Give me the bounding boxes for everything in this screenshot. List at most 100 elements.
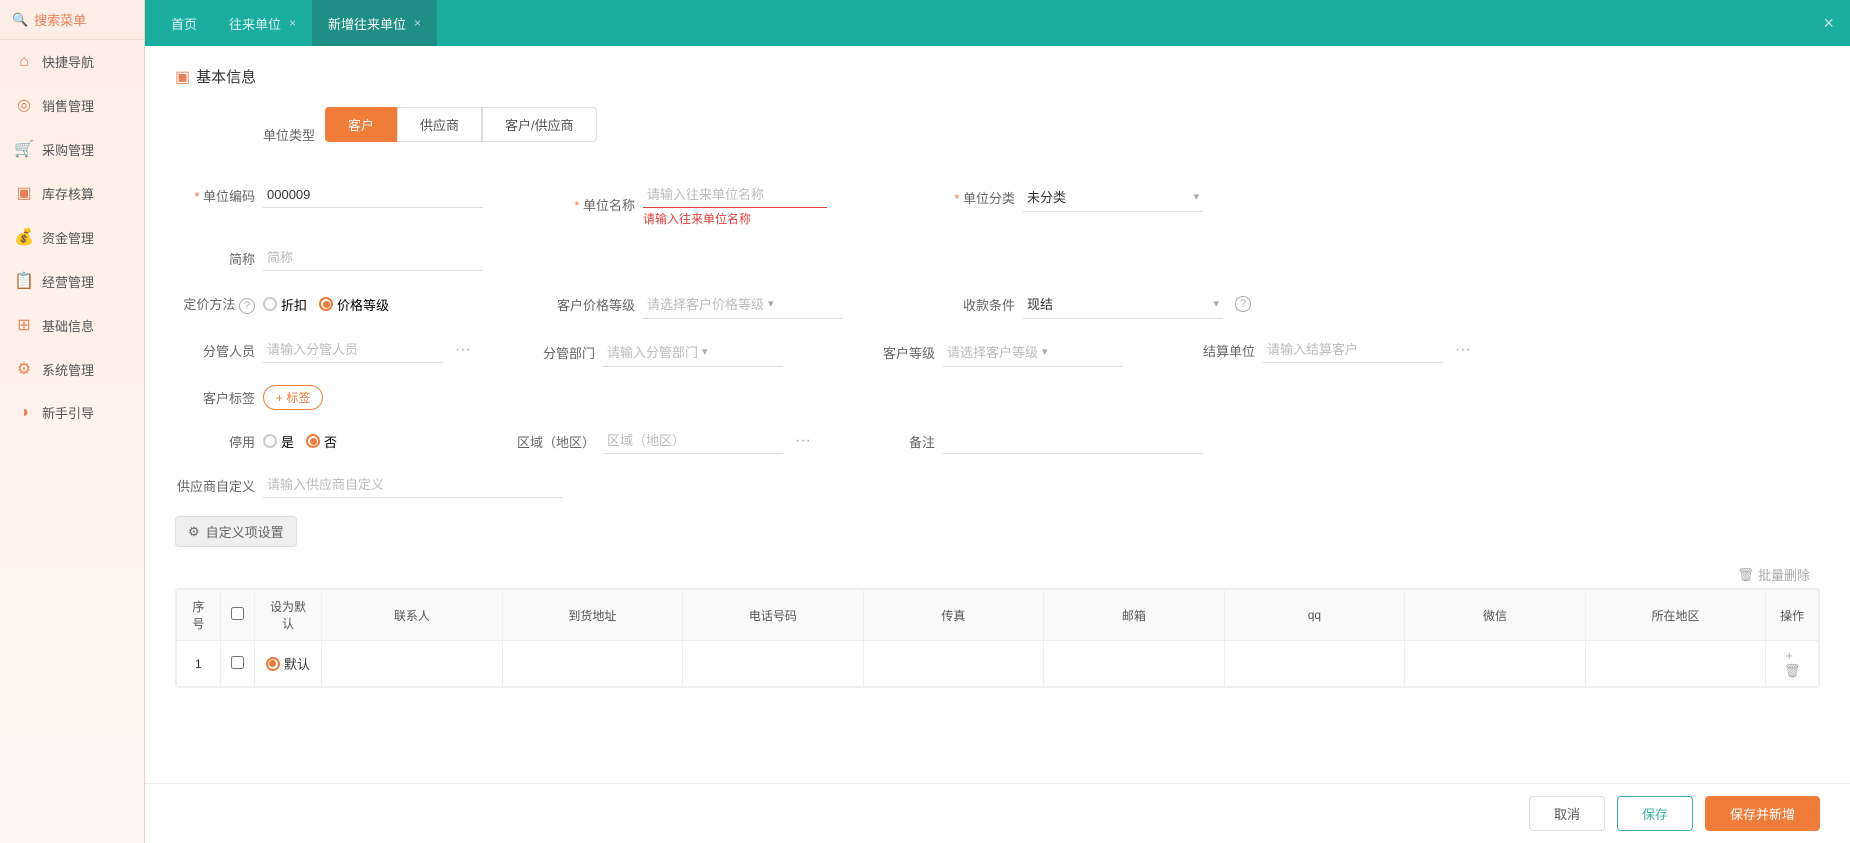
address-input[interactable] [513,656,673,671]
type-btn-supplier[interactable]: 供应商 [397,107,482,142]
qq-input[interactable] [1235,656,1395,671]
contacts-table-section: 🗑 批量删除 序号 设为默认 联系人 到货地址 电话号码 传真 [175,565,1820,688]
sidebar-item-purchase[interactable]: 🛒 采购管理 [0,127,144,171]
pricing-discount-option[interactable]: 折扣 [263,295,307,314]
custom-settings-area: ⚙ 自定义项设置 [175,516,1820,559]
pricing-grade-option[interactable]: 价格等级 [319,295,389,314]
cell-wechat[interactable] [1405,641,1586,687]
cancel-button[interactable]: 取消 [1529,796,1605,831]
cell-phone[interactable] [683,641,864,687]
cell-qq[interactable] [1224,641,1405,687]
custom-settings-button[interactable]: ⚙ 自定义项设置 [175,516,297,547]
tab-partners-close[interactable]: × [289,16,296,30]
payment-terms-select[interactable]: 现结 ▾ [1023,289,1223,319]
cell-region[interactable] [1585,641,1766,687]
remark-input[interactable] [943,428,1203,454]
settlement-unit-input[interactable] [1263,337,1443,363]
cell-contact[interactable] [322,641,503,687]
save-button[interactable]: 保存 [1617,796,1693,831]
sidebar-item-system[interactable]: ⚙ 系统管理 [0,347,144,391]
row-checkbox[interactable] [231,656,244,669]
disabled-yes-option[interactable]: 是 [263,432,294,451]
tab-partners[interactable]: 往来单位 × [213,0,312,46]
cell-email[interactable] [1044,641,1225,687]
customer-price-field: 客户价格等级 请选择客户价格等级 ▾ [555,289,935,319]
main-area: 首页 往来单位 × 新增往来单位 × × ▣ 基本信息 单位类型 客户 供应商 … [145,0,1850,843]
phone-input[interactable] [693,656,853,671]
manager-input[interactable] [263,337,443,363]
select-all-checkbox[interactable] [231,607,244,620]
add-row-button[interactable]: + [1785,648,1793,663]
settlement-unit-dots-button[interactable]: ··· [1451,341,1475,359]
contact-input[interactable] [332,656,492,671]
department-label: 分管部门 [515,343,595,362]
department-chevron: ▾ [702,345,708,358]
tab-new-partner-close[interactable]: × [414,16,421,30]
system-icon: ⚙ [14,359,34,379]
unit-name-label: * 单位名称 [555,195,635,214]
customer-tag-field: 客户标签 + 标签 [175,385,1820,410]
disabled-no-option[interactable]: 否 [306,432,337,451]
sidebar-item-operations[interactable]: 📋 经营管理 [0,259,144,303]
search-menu[interactable]: 🔍 搜索菜单 [0,0,144,40]
wechat-input[interactable] [1415,656,1575,671]
contacts-table: 序号 设为默认 联系人 到货地址 电话号码 传真 邮箱 qq 微信 所在地区 操… [176,589,1819,687]
customer-level-select[interactable]: 请选择客户等级 ▾ [943,337,1123,367]
col-wechat: 微信 [1405,590,1586,641]
sidebar-item-guide[interactable]: ◑ 新手引导 [0,391,144,434]
pricing-method-field: 定价方法 ? 折扣 价格等级 [175,294,555,314]
home-icon: ⌂ [14,53,34,71]
cell-checkbox[interactable] [220,641,254,687]
sidebar-item-inventory[interactable]: ▣ 库存核算 [0,171,144,215]
region-dots-button[interactable]: ··· [791,432,815,450]
col-contact: 联系人 [322,590,503,641]
sidebar-item-basics[interactable]: ⊞ 基础信息 [0,303,144,347]
customer-price-select[interactable]: 请选择客户价格等级 ▾ [643,289,843,319]
type-btn-customer[interactable]: 客户 [325,107,397,142]
col-address: 到货地址 [502,590,683,641]
unit-code-input[interactable] [263,182,483,208]
batch-delete-button[interactable]: 🗑 批量删除 [1737,565,1810,584]
payment-terms-help-icon[interactable]: ? [1235,296,1251,312]
col-checkbox[interactable] [220,590,254,641]
tab-home[interactable]: 首页 [155,0,213,46]
customer-level-field: 客户等级 请选择客户等级 ▾ [855,337,1175,367]
form-row-tags: 客户标签 + 标签 [175,385,1820,410]
sidebar-item-sales[interactable]: ◎ 销售管理 [0,83,144,127]
department-select[interactable]: 请输入分管部门 ▾ [603,337,783,367]
sidebar-label-guide: 新手引导 [42,403,94,422]
manager-dots-button[interactable]: ··· [451,341,475,359]
alias-input[interactable] [263,245,483,271]
region-table-input[interactable] [1596,656,1756,671]
customer-price-placeholder: 请选择客户价格等级 [647,294,764,313]
pricing-help-icon[interactable]: ? [239,298,255,314]
delete-row-button[interactable]: 🗑 [1784,663,1801,678]
form-row-pricing: 定价方法 ? 折扣 价格等级 客户价格等级 请选择客户价 [175,289,1820,319]
customer-level-placeholder: 请选择客户等级 [947,342,1038,361]
section-icon: ▣ [175,67,190,87]
save-new-button[interactable]: 保存并新增 [1705,796,1820,831]
email-input[interactable] [1054,656,1214,671]
tab-new-partner[interactable]: 新增往来单位 × [312,0,437,46]
sidebar-item-quick-nav[interactable]: ⌂ 快捷导航 [0,40,144,83]
window-close-button[interactable]: × [1817,13,1840,34]
manager-label: 分管人员 [175,341,255,360]
supplier-custom-input[interactable] [263,472,563,498]
add-tag-button[interactable]: + 标签 [263,385,323,410]
cell-address[interactable] [502,641,683,687]
table-header-row: 🗑 批量删除 [175,565,1820,584]
unit-category-select[interactable]: 未分类 ▾ [1023,182,1203,212]
type-btn-both[interactable]: 客户/供应商 [482,107,597,142]
cell-fax[interactable] [863,641,1044,687]
unit-name-input[interactable] [643,182,827,208]
region-label: 区域（地区） [515,432,595,451]
sidebar-item-finance[interactable]: 💰 资金管理 [0,215,144,259]
sidebar-label-operations: 经营管理 [42,272,94,291]
customer-price-label: 客户价格等级 [555,295,635,314]
col-qq: qq [1224,590,1405,641]
customer-level-label: 客户等级 [855,343,935,362]
fax-input[interactable] [874,656,1034,671]
region-input[interactable] [603,428,783,454]
default-radio[interactable]: 默认 [265,654,311,673]
cell-default[interactable]: 默认 [254,641,321,687]
